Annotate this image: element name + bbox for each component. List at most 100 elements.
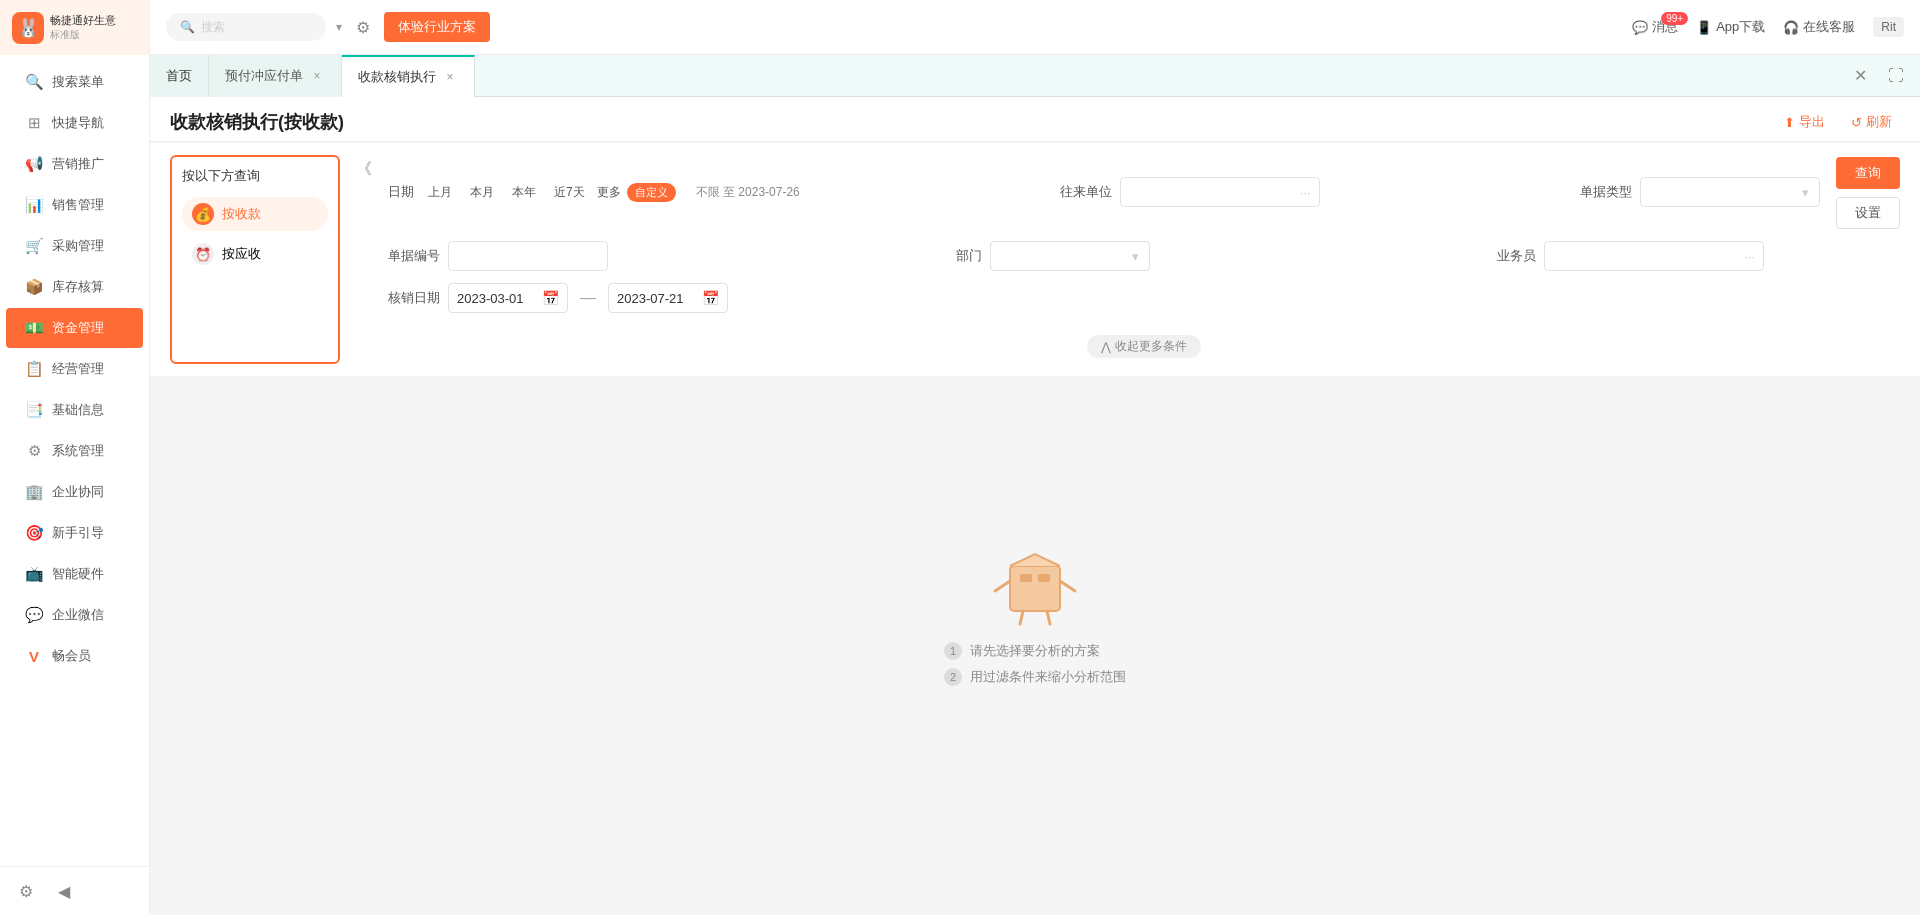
salesperson-label: 业务员 (1497, 247, 1536, 265)
writeoff-start-input[interactable]: 2023-03-01 📅 (448, 283, 568, 313)
topbar-chevron-icon[interactable]: ▾ (336, 20, 342, 34)
sidebar-item-label: 搜索菜单 (52, 73, 104, 91)
date-quick-btns: 上月 本月 本年 近7天 更多 自定义 (422, 182, 676, 203)
svg-line-6 (1047, 611, 1050, 624)
sidebar-item-wechat[interactable]: 💬 企业微信 (6, 595, 143, 635)
sidebar-item-system[interactable]: ⚙ 系统管理 (6, 431, 143, 471)
sidebar-item-finance[interactable]: 💵 资金管理 (6, 308, 143, 348)
app-name: 畅捷通好生意 (50, 13, 116, 27)
sidebar-item-guide[interactable]: 🎯 新手引导 (6, 513, 143, 553)
export-button[interactable]: ⬆ 导出 (1776, 109, 1833, 135)
topbar-gear-icon[interactable]: ⚙ (352, 14, 374, 41)
sidebar-item-sales[interactable]: 📊 销售管理 (6, 185, 143, 225)
counterparty-input[interactable]: ··· (1120, 177, 1320, 207)
collapse-more-label: 收起更多条件 (1115, 338, 1187, 355)
billtype-select[interactable]: ▾ (1640, 177, 1820, 207)
svg-rect-2 (1038, 574, 1050, 582)
username-label: Rit (1881, 20, 1896, 34)
writeoff-label: 核销日期 (388, 289, 440, 307)
dept-select[interactable]: ▾ (990, 241, 1150, 271)
filter-option-collection-label: 按收款 (222, 205, 261, 223)
filter-section: 按以下方查询 💰 按收款 ⏰ 按应收 《 日期 (150, 143, 1920, 376)
settings-bottom-icon[interactable]: ⚙ (12, 877, 40, 905)
date-custom-badge[interactable]: 自定义 (627, 183, 676, 202)
page-content: 收款核销执行(按收款) ⬆ 导出 ↺ 刷新 按以下方查询 💰 按收款 (150, 97, 1920, 915)
billno-label: 单据编号 (388, 247, 440, 265)
tab-collect-label: 收款核销执行 (358, 68, 436, 86)
filter-writeoff-group: 核销日期 2023-03-01 📅 — 2023-07-21 📅 (388, 283, 728, 313)
tab-collect[interactable]: 收款核销执行 × (342, 55, 475, 97)
inventory-icon: 📦 (24, 277, 44, 297)
home-icon: ⊞ (24, 113, 44, 133)
member-icon: V (24, 646, 44, 666)
svg-line-5 (1020, 611, 1023, 624)
query-buttons: 查询 设置 (1836, 155, 1900, 229)
tab-home[interactable]: 首页 (150, 55, 209, 97)
page-header-actions: ⬆ 导出 ↺ 刷新 (1776, 109, 1900, 135)
date-btn-this-month[interactable]: 本月 (464, 182, 500, 203)
sidebar-item-label: 基础信息 (52, 401, 104, 419)
sidebar-item-inventory[interactable]: 📦 库存核算 (6, 267, 143, 307)
setting-button[interactable]: 设置 (1836, 197, 1900, 229)
salesperson-input[interactable]: ··· (1544, 241, 1764, 271)
search-placeholder-text: 搜索 (201, 19, 225, 36)
user-profile-button[interactable]: Rit (1873, 17, 1904, 37)
sidebar-item-label: 企业协同 (52, 483, 104, 501)
refresh-button[interactable]: ↺ 刷新 (1843, 109, 1900, 135)
date-btn-this-year[interactable]: 本年 (506, 182, 542, 203)
filter-dept-group: 部门 ▾ (956, 241, 1150, 271)
receivable-icon: ⏰ (192, 243, 214, 265)
sidebar-item-enterprise[interactable]: 🏢 企业协同 (6, 472, 143, 512)
close-all-tabs-icon[interactable]: ✕ (1846, 62, 1874, 90)
online-service-button[interactable]: 🎧 在线客服 (1783, 18, 1855, 36)
sidebar-item-label: 快捷导航 (52, 114, 104, 132)
svg-rect-1 (1020, 574, 1032, 582)
industry-btn[interactable]: 体验行业方案 (384, 12, 490, 42)
wechat-icon: 💬 (24, 605, 44, 625)
sidebar-item-label: 企业微信 (52, 606, 104, 624)
sidebar: 🐰 畅捷通好生意 标准版 🔍 搜索菜单 ⊞ 快捷导航 📢 营销推广 📊 销售管理… (0, 0, 150, 915)
expand-tabs-icon[interactable]: ⛶ (1882, 62, 1910, 90)
sidebar-item-purchase[interactable]: 🛒 采购管理 (6, 226, 143, 266)
sidebar-menu: 🔍 搜索菜单 ⊞ 快捷导航 📢 营销推广 📊 销售管理 🛒 采购管理 📦 库存核… (0, 55, 149, 866)
billtype-label: 单据类型 (1580, 183, 1632, 201)
tab-prepay-close-icon[interactable]: × (309, 68, 325, 84)
tab-prepay[interactable]: 预付冲应付单 × (209, 55, 342, 97)
topbar-search-box[interactable]: 🔍 搜索 (166, 13, 326, 41)
filter-collapse-toggle[interactable]: 《 (356, 159, 372, 180)
sidebar-item-search[interactable]: 🔍 搜索菜单 (6, 62, 143, 102)
app-edition: 标准版 (50, 28, 116, 42)
tab-collect-close-icon[interactable]: × (442, 69, 458, 85)
billno-input[interactable] (448, 241, 608, 271)
sidebar-item-quicknav[interactable]: ⊞ 快捷导航 (6, 103, 143, 143)
topbar: 🔍 搜索 ▾ ⚙ 体验行业方案 💬 消息 99+ 📱 App下载 🎧 在线客服 … (150, 0, 1920, 55)
sidebar-item-operation[interactable]: 📋 经营管理 (6, 349, 143, 389)
sidebar-item-marketing[interactable]: 📢 营销推广 (6, 144, 143, 184)
page-title: 收款核销执行(按收款) (170, 110, 344, 134)
filter-fields: 日期 上月 本月 本年 近7天 更多 自定义 不限 至 2023-07-26 (388, 155, 1900, 364)
date-label: 日期 (388, 183, 414, 201)
collapse-more-button[interactable]: ⋀ 收起更多条件 (1087, 335, 1201, 358)
tabbar-actions: ✕ ⛶ (1846, 62, 1920, 90)
filter-option-receivable[interactable]: ⏰ 按应收 (182, 237, 328, 271)
filter-date-group: 日期 上月 本月 本年 近7天 更多 自定义 (388, 182, 676, 203)
date-btn-last-month[interactable]: 上月 (422, 182, 458, 203)
sidebar-item-label: 资金管理 (52, 319, 104, 337)
page-header: 收款核销执行(按收款) ⬆ 导出 ↺ 刷新 (150, 97, 1920, 142)
empty-state: 1 请先选择要分析的方案 2 用过滤条件来缩小分析范围 (150, 376, 1920, 915)
date-btn-7days[interactable]: 近7天 (548, 182, 591, 203)
collapse-sidebar-icon[interactable]: ◀ (50, 877, 78, 905)
filter-section-title: 按以下方查询 (182, 167, 328, 185)
filter-option-collection[interactable]: 💰 按收款 (182, 197, 328, 231)
sidebar-item-basic[interactable]: 📑 基础信息 (6, 390, 143, 430)
sidebar-item-member[interactable]: V 畅会员 (6, 636, 143, 676)
query-button[interactable]: 查询 (1836, 157, 1900, 189)
sidebar-item-hardware[interactable]: 📺 智能硬件 (6, 554, 143, 594)
message-button[interactable]: 💬 消息 99+ (1632, 18, 1678, 36)
app-download-button[interactable]: 📱 App下载 (1696, 18, 1765, 36)
writeoff-end-input[interactable]: 2023-07-21 📅 (608, 283, 728, 313)
app-icon: 📱 (1696, 20, 1712, 35)
guide-icon: 🎯 (24, 523, 44, 543)
app-logo: 🐰 畅捷通好生意 标准版 (0, 0, 149, 55)
date-btn-more[interactable]: 更多 (597, 184, 621, 201)
